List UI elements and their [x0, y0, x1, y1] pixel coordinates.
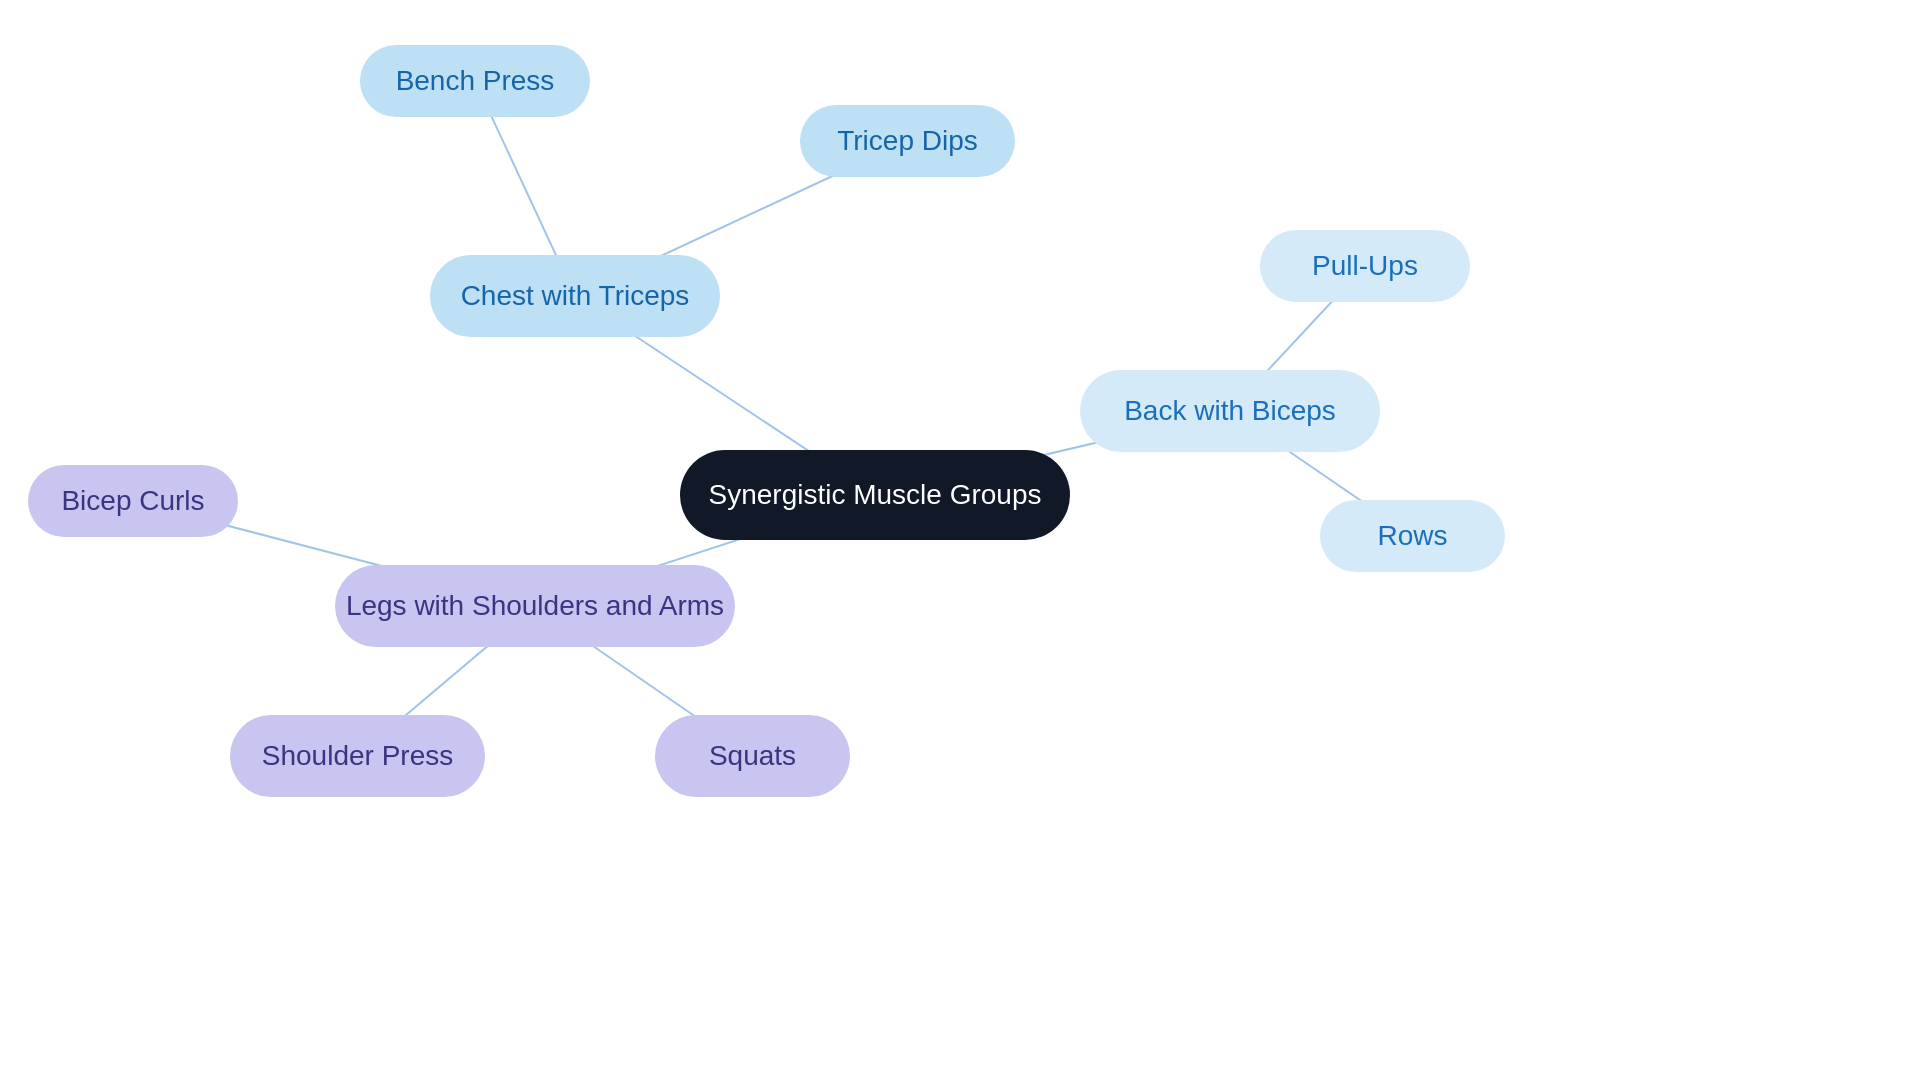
squats-label: Squats	[709, 739, 796, 773]
legs-node[interactable]: Legs with Shoulders and Arms	[335, 565, 735, 647]
bicep-curls-node[interactable]: Bicep Curls	[28, 465, 238, 537]
tricep-dips-node[interactable]: Tricep Dips	[800, 105, 1015, 177]
squats-node[interactable]: Squats	[655, 715, 850, 797]
tricep-dips-label: Tricep Dips	[837, 124, 978, 158]
bench-press-node[interactable]: Bench Press	[360, 45, 590, 117]
center-node-label: Synergistic Muscle Groups	[708, 478, 1041, 512]
chest-node-label: Chest with Triceps	[461, 279, 690, 313]
back-node[interactable]: Back with Biceps	[1080, 370, 1380, 452]
chest-node[interactable]: Chest with Triceps	[430, 255, 720, 337]
center-node[interactable]: Synergistic Muscle Groups	[680, 450, 1070, 540]
legs-node-label: Legs with Shoulders and Arms	[346, 589, 724, 623]
rows-label: Rows	[1377, 519, 1447, 553]
bench-press-label: Bench Press	[396, 64, 555, 98]
shoulder-press-node[interactable]: Shoulder Press	[230, 715, 485, 797]
bicep-curls-label: Bicep Curls	[61, 484, 204, 518]
back-node-label: Back with Biceps	[1124, 394, 1336, 428]
pull-ups-node[interactable]: Pull-Ups	[1260, 230, 1470, 302]
pull-ups-label: Pull-Ups	[1312, 249, 1418, 283]
rows-node[interactable]: Rows	[1320, 500, 1505, 572]
shoulder-press-label: Shoulder Press	[262, 739, 453, 773]
